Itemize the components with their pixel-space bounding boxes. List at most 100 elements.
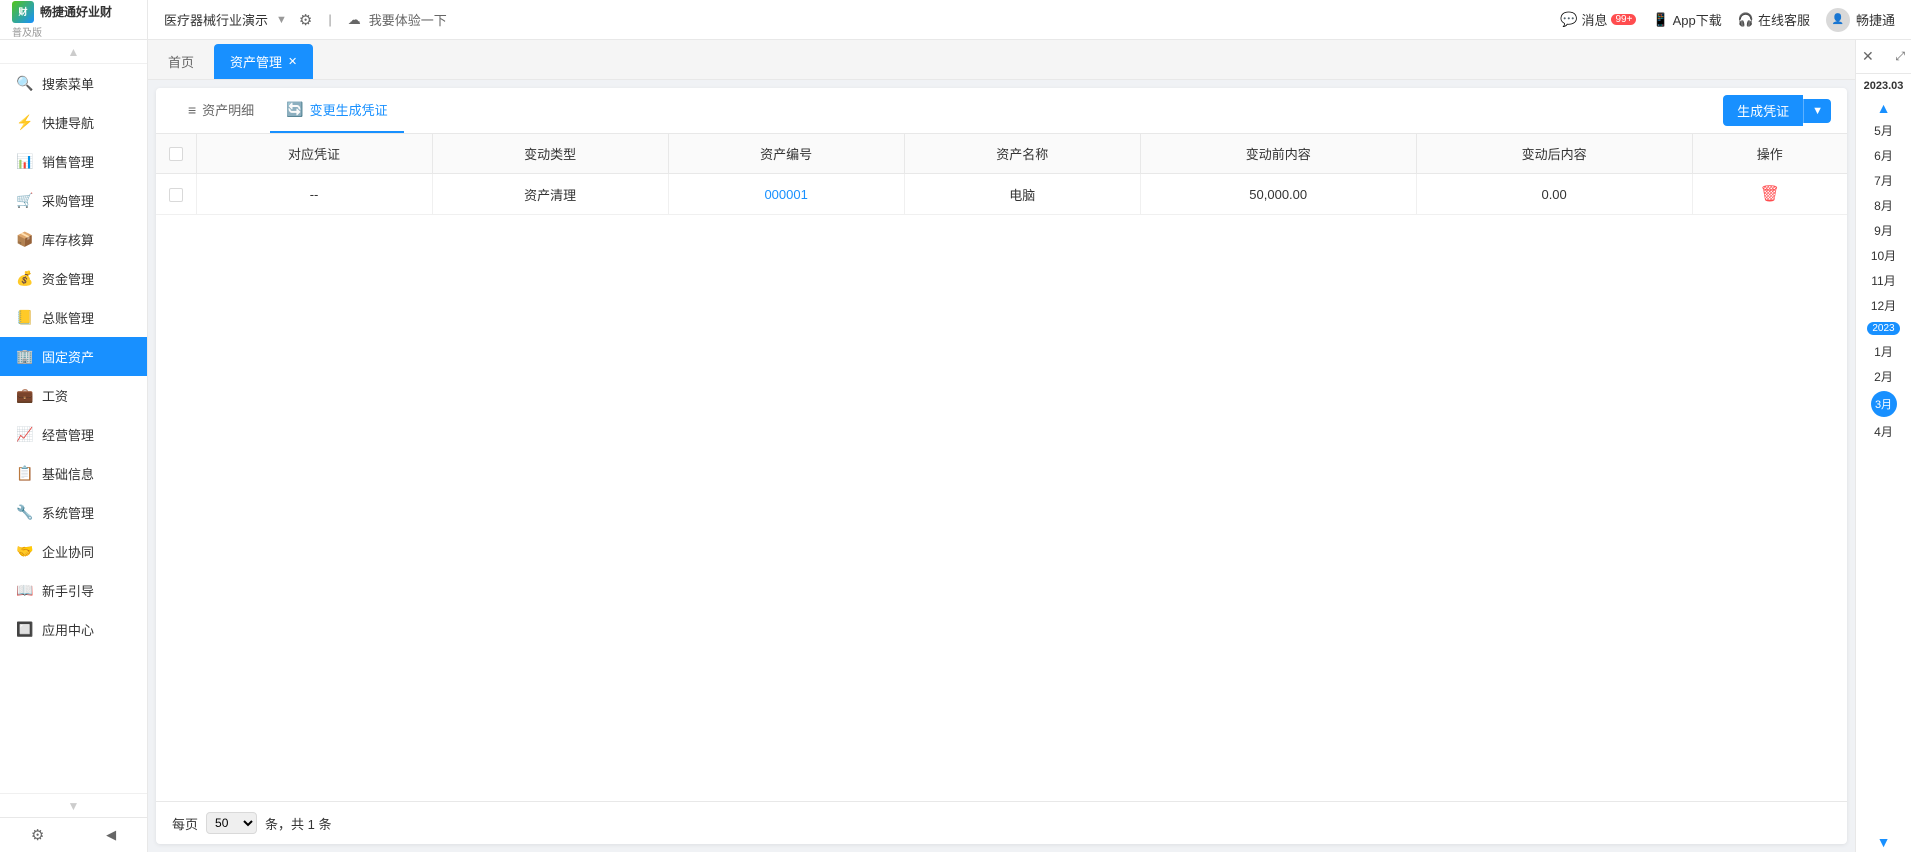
month-7[interactable]: 7月 bbox=[1856, 168, 1911, 193]
th-asset-number: 资产编号 bbox=[668, 134, 904, 174]
close-right-panel-icon[interactable]: ✕ bbox=[1862, 48, 1874, 65]
sidebar-item-purchase[interactable]: 🛒 采购管理 bbox=[0, 181, 147, 220]
row-asset-number[interactable]: 000001 bbox=[764, 187, 807, 202]
month-12[interactable]: 12月 bbox=[1856, 293, 1911, 318]
sidebar-item-label: 销售管理 bbox=[42, 152, 94, 171]
active-month-badge: 3月 bbox=[1871, 391, 1897, 417]
sidebar-item-app-center[interactable]: 🔲 应用中心 bbox=[0, 610, 147, 649]
td-action: 🗑 bbox=[1692, 174, 1847, 215]
right-panel-nav-down[interactable]: ▼ bbox=[1856, 832, 1911, 852]
sidebar-item-salary[interactable]: 💼 工资 bbox=[0, 376, 147, 415]
sidebar-scroll-down[interactable]: ▼ bbox=[0, 793, 147, 817]
sidebar-item-basic-info[interactable]: 📋 基础信息 bbox=[0, 454, 147, 493]
online-service-button[interactable]: 🎧 在线客服 bbox=[1738, 10, 1810, 29]
col-action-label: 操作 bbox=[1757, 147, 1783, 162]
gear-icon[interactable]: ⚙ bbox=[299, 11, 312, 29]
sidebar-item-quick-nav[interactable]: ⚡ 快捷导航 bbox=[0, 103, 147, 142]
sub-tab-asset-detail[interactable]: ≡ 资产明细 bbox=[172, 88, 270, 133]
sub-tab-generate-voucher[interactable]: 🔄 变更生成凭证 bbox=[270, 88, 403, 133]
th-action: 操作 bbox=[1692, 134, 1847, 174]
collapse-sidebar-button[interactable]: ◀ bbox=[106, 827, 116, 843]
row-voucher: -- bbox=[310, 187, 319, 202]
sidebar-item-label: 工资 bbox=[42, 386, 68, 405]
sidebar-item-fixed-assets[interactable]: 🏢 固定资产 bbox=[0, 337, 147, 376]
td-before-change: 50,000.00 bbox=[1140, 174, 1416, 215]
sidebar-item-label: 经营管理 bbox=[42, 425, 94, 444]
table-body: -- 资产清理 000001 电脑 bbox=[156, 174, 1847, 215]
generate-voucher-button[interactable]: 生成凭证 bbox=[1723, 95, 1803, 126]
sidebar-scroll-up[interactable]: ▲ bbox=[0, 40, 147, 64]
app-download-button[interactable]: 📱 App下载 bbox=[1652, 10, 1721, 29]
generate-voucher-dropdown-button[interactable]: ▼ bbox=[1803, 99, 1831, 123]
month-6[interactable]: 6月 bbox=[1856, 143, 1911, 168]
pagination-bar: 每页 20 50 100 条，共 1 条 bbox=[156, 801, 1847, 844]
data-table: 对应凭证 变动类型 资产编号 资产名称 bbox=[156, 134, 1847, 215]
messages-label: 消息 bbox=[1581, 10, 1607, 29]
months-list-pre: 5月 6月 7月 8月 9月 10月 11月 bbox=[1856, 118, 1911, 318]
month-4[interactable]: 4月 bbox=[1856, 419, 1911, 444]
month-2[interactable]: 2月 bbox=[1856, 364, 1911, 389]
logo-area: 财 畅捷通好业财 普及版 bbox=[0, 0, 148, 39]
sidebar-item-sales[interactable]: 📊 销售管理 bbox=[0, 142, 147, 181]
nav-tabs-bar: 首页 资产管理 ✕ bbox=[148, 40, 1855, 80]
sub-tab-asset-detail-label: 资产明细 bbox=[202, 100, 254, 119]
sidebar-item-search[interactable]: 🔍 搜索菜单 bbox=[0, 64, 147, 103]
td-after-change: 0.00 bbox=[1416, 174, 1692, 215]
sidebar-item-tutorial[interactable]: 📖 新手引导 bbox=[0, 571, 147, 610]
avatar: 👤 bbox=[1826, 8, 1850, 32]
user-profile[interactable]: 👤 畅捷通 bbox=[1826, 8, 1895, 32]
settings-button[interactable]: ⚙ bbox=[31, 826, 44, 844]
col-after-change-label: 变动后内容 bbox=[1522, 147, 1587, 162]
sidebar-item-finance[interactable]: 💰 资金管理 bbox=[0, 259, 147, 298]
right-panel-nav-up[interactable]: ▲ bbox=[1856, 98, 1911, 118]
col-voucher-label: 对应凭证 bbox=[288, 147, 340, 162]
sidebar-item-ledger[interactable]: 📒 总账管理 bbox=[0, 298, 147, 337]
td-asset-number: 000001 bbox=[668, 174, 904, 215]
per-page-select[interactable]: 20 50 100 bbox=[206, 812, 257, 834]
row-before-change: 50,000.00 bbox=[1249, 187, 1307, 202]
sidebar: ▲ 🔍 搜索菜单 ⚡ 快捷导航 📊 销售管理 🛒 采购管理 bbox=[0, 40, 148, 852]
select-all-checkbox[interactable] bbox=[169, 147, 183, 161]
sidebar-item-system[interactable]: 🔧 系统管理 bbox=[0, 493, 147, 532]
month-5[interactable]: 5月 bbox=[1856, 118, 1911, 143]
row-checkbox[interactable] bbox=[169, 188, 183, 202]
company-name[interactable]: 医疗器械行业演示 bbox=[164, 10, 268, 29]
sidebar-item-inventory[interactable]: 📦 库存核算 bbox=[0, 220, 147, 259]
chevron-up-icon: ▲ bbox=[68, 45, 80, 59]
month-11[interactable]: 11月 bbox=[1856, 268, 1911, 293]
month-10[interactable]: 10月 bbox=[1856, 243, 1911, 268]
delete-row-icon[interactable]: 🗑 bbox=[1760, 186, 1780, 203]
table-wrapper: 对应凭证 变动类型 资产编号 资产名称 bbox=[156, 134, 1847, 801]
month-8[interactable]: 8月 bbox=[1856, 193, 1911, 218]
tab-home[interactable]: 首页 bbox=[148, 44, 214, 79]
fixed-assets-icon: 🏢 bbox=[16, 348, 34, 365]
purchase-icon: 🛒 bbox=[16, 192, 34, 209]
sidebar-item-label: 总账管理 bbox=[42, 308, 94, 327]
chevron-down-icon: ▼ bbox=[68, 799, 80, 813]
company-dropdown-icon[interactable]: ▼ bbox=[276, 14, 287, 26]
sidebar-item-label: 采购管理 bbox=[42, 191, 94, 210]
month-3-active[interactable]: 3月 bbox=[1856, 389, 1911, 419]
close-tab-icon[interactable]: ✕ bbox=[288, 55, 297, 68]
enterprise-icon: 🤝 bbox=[16, 543, 34, 560]
sidebar-item-enterprise[interactable]: 🤝 企业协同 bbox=[0, 532, 147, 571]
tab-asset-management-label: 资产管理 bbox=[230, 52, 282, 71]
system-icon: 🔧 bbox=[16, 504, 34, 521]
td-change-type: 资产清理 bbox=[432, 174, 668, 215]
cloud-icon: ☁ bbox=[348, 12, 361, 28]
sidebar-item-operations[interactable]: 📈 经营管理 bbox=[0, 415, 147, 454]
table-row: -- 资产清理 000001 电脑 bbox=[156, 174, 1847, 215]
tab-asset-management[interactable]: 资产管理 ✕ bbox=[214, 44, 313, 79]
month-1[interactable]: 1月 bbox=[1856, 339, 1911, 364]
messages-badge: 99+ bbox=[1611, 14, 1636, 25]
experience-text[interactable]: 我要体验一下 bbox=[369, 10, 447, 29]
tutorial-icon: 📖 bbox=[16, 582, 34, 599]
search-icon: 🔍 bbox=[16, 75, 34, 92]
expand-right-panel-icon[interactable]: ⤢ bbox=[1895, 49, 1905, 64]
message-icon: 💬 bbox=[1560, 11, 1577, 28]
messages-button[interactable]: 💬 消息 99+ bbox=[1560, 10, 1636, 29]
th-after-change: 变动后内容 bbox=[1416, 134, 1692, 174]
td-asset-name: 电脑 bbox=[904, 174, 1140, 215]
month-9[interactable]: 9月 bbox=[1856, 218, 1911, 243]
sidebar-item-label: 资金管理 bbox=[42, 269, 94, 288]
